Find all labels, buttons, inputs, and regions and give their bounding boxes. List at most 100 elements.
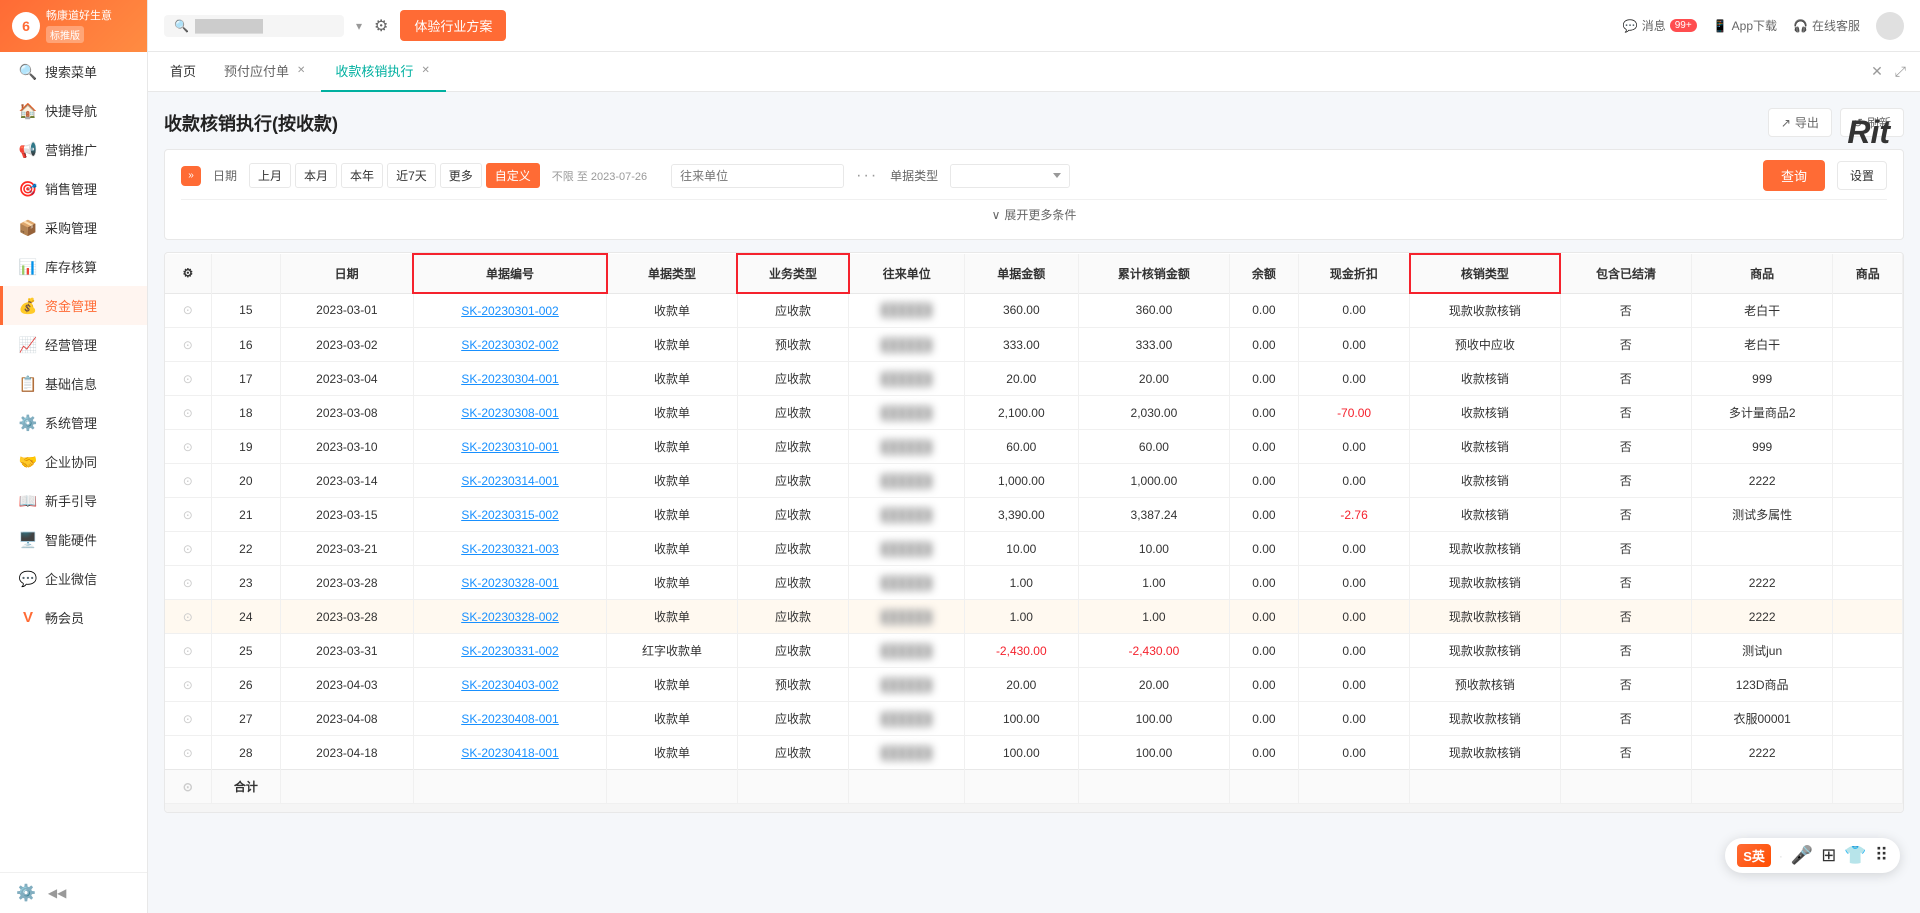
sidebar-item-wechat[interactable]: 💬 企业微信: [0, 559, 147, 598]
solution-button[interactable]: 体验行业方案: [400, 10, 506, 41]
row-settings-icon[interactable]: ⊙: [183, 338, 193, 352]
expand-more-button[interactable]: ∨ 展开更多条件: [181, 199, 1887, 229]
bill-no-link[interactable]: SK-20230314-001: [461, 474, 558, 488]
sidebar-item-finance[interactable]: 💰 资金管理: [0, 286, 147, 325]
filter-this-year[interactable]: 本年: [341, 163, 383, 188]
table-cell[interactable]: SK-20230314-001: [413, 464, 607, 498]
query-button[interactable]: 查询: [1763, 160, 1825, 191]
bill-no-link[interactable]: SK-20230403-002: [461, 678, 558, 692]
sidebar-item-marketing[interactable]: 📢 营销推广: [0, 130, 147, 169]
sidebar-item-guide[interactable]: 📖 新手引导: [0, 481, 147, 520]
table-cell[interactable]: SK-20230408-001: [413, 702, 607, 736]
bill-no-link[interactable]: SK-20230418-001: [461, 746, 558, 760]
settings-gear-icon[interactable]: ⚙: [374, 16, 388, 36]
bill-no-link[interactable]: SK-20230304-001: [461, 372, 558, 386]
tab-collection-close[interactable]: ✕: [419, 63, 431, 78]
app-download-area[interactable]: 📱 App下载: [1713, 17, 1777, 34]
sidebar-item-sales[interactable]: 🎯 销售管理: [0, 169, 147, 208]
collapse-icon[interactable]: ◀◀: [48, 886, 66, 900]
row-settings-icon[interactable]: ⊙: [183, 712, 193, 726]
table-cell[interactable]: SK-20230301-002: [413, 293, 607, 328]
bill-no-link[interactable]: SK-20230302-002: [461, 338, 558, 352]
export-button[interactable]: ↗ 导出: [1768, 108, 1832, 137]
row-settings-icon[interactable]: ⊙: [183, 474, 193, 488]
row-settings-icon[interactable]: ⊙: [183, 372, 193, 386]
bill-no-link[interactable]: SK-20230321-003: [461, 542, 558, 556]
filter-last-month[interactable]: 上月: [249, 163, 291, 188]
row-settings-icon[interactable]: ⊙: [183, 406, 193, 420]
row-settings-icon[interactable]: ⊙: [183, 678, 193, 692]
sidebar-item-hardware[interactable]: 🖥️ 智能硬件: [0, 520, 147, 559]
tab-prepay-close[interactable]: ✕: [295, 63, 307, 78]
dropdown-arrow[interactable]: ▾: [356, 19, 362, 33]
row-settings-icon[interactable]: ⊙: [183, 610, 193, 624]
table-cell: -2,430.00: [964, 634, 1079, 668]
table-cell[interactable]: SK-20230302-002: [413, 328, 607, 362]
sidebar-item-purchase[interactable]: 📦 采购管理: [0, 208, 147, 247]
filter-this-month[interactable]: 本月: [295, 163, 337, 188]
filter-bill-type-select[interactable]: [950, 164, 1070, 188]
table-cell[interactable]: SK-20230308-001: [413, 396, 607, 430]
table-cell[interactable]: SK-20230310-001: [413, 430, 607, 464]
setting-button[interactable]: 设置: [1837, 161, 1887, 190]
table-cell[interactable]: SK-20230315-002: [413, 498, 607, 532]
row-settings-icon[interactable]: ⊙: [183, 508, 193, 522]
tab-prepay[interactable]: 预付应付单 ✕: [210, 52, 321, 92]
topbar-search[interactable]: 🔍 ████████: [164, 15, 344, 37]
keyboard-grid-icon[interactable]: ⊞: [1821, 845, 1836, 866]
online-support-area[interactable]: 🎧 在线客服: [1793, 17, 1860, 34]
filter-partner-input[interactable]: [671, 164, 844, 188]
row-settings-icon[interactable]: ⊙: [183, 576, 193, 590]
filter-date-range: 不限 至 2023-07-26: [552, 168, 647, 184]
bill-no-link[interactable]: SK-20230301-002: [461, 304, 558, 318]
app-name: 畅康道好生意: [46, 9, 112, 23]
settings-icon[interactable]: ⚙️: [16, 883, 36, 903]
filter-custom[interactable]: 自定义: [486, 163, 540, 188]
sidebar-item-enterprise[interactable]: 🤝 企业协同: [0, 442, 147, 481]
horizontal-scrollbar[interactable]: [165, 804, 1903, 812]
filter-last-7days[interactable]: 近7天: [387, 163, 436, 188]
bill-no-link[interactable]: SK-20230315-002: [461, 508, 558, 522]
sidebar-item-inventory[interactable]: 📊 库存核算: [0, 247, 147, 286]
row-settings-icon[interactable]: ⊙: [183, 440, 193, 454]
bill-no-link[interactable]: SK-20230308-001: [461, 406, 558, 420]
filter-more[interactable]: 更多: [440, 163, 482, 188]
row-settings-icon[interactable]: ⊙: [183, 746, 193, 760]
user-avatar[interactable]: [1876, 12, 1904, 40]
table-cell[interactable]: SK-20230304-001: [413, 362, 607, 396]
shirt-icon[interactable]: 👕: [1844, 845, 1866, 866]
row-settings-icon[interactable]: ⊙: [183, 644, 193, 658]
table-cell[interactable]: SK-20230328-001: [413, 566, 607, 600]
microphone-icon[interactable]: 🎤: [1791, 845, 1813, 866]
window-close-icon[interactable]: ✕: [1865, 63, 1889, 80]
sidebar-item-member[interactable]: V 畅会员: [0, 598, 147, 637]
tab-collection[interactable]: 收款核销执行 ✕: [321, 52, 445, 92]
table-cell[interactable]: SK-20230418-001: [413, 736, 607, 770]
floating-logo-icon[interactable]: S英: [1737, 844, 1771, 867]
col-gear[interactable]: ⚙: [165, 254, 211, 293]
bill-no-link[interactable]: SK-20230328-001: [461, 576, 558, 590]
col-product2: 商品: [1833, 254, 1903, 293]
sidebar-item-basic[interactable]: 📋 基础信息: [0, 364, 147, 403]
sidebar-item-quicknav[interactable]: 🏠 快捷导航: [0, 91, 147, 130]
apps-grid-icon[interactable]: ⠿: [1875, 845, 1888, 866]
bill-no-link[interactable]: SK-20230328-002: [461, 610, 558, 624]
table-cell[interactable]: SK-20230328-002: [413, 600, 607, 634]
bill-no-link[interactable]: SK-20230408-001: [461, 712, 558, 726]
filter-toggle-button[interactable]: »: [181, 166, 201, 186]
table-cell[interactable]: SK-20230331-002: [413, 634, 607, 668]
sidebar-item-search[interactable]: 🔍 搜索菜单: [0, 52, 147, 91]
row-settings-icon[interactable]: ⊙: [183, 780, 193, 794]
row-settings-icon[interactable]: ⊙: [183, 303, 193, 317]
bill-no-link[interactable]: SK-20230310-001: [461, 440, 558, 454]
table-cell: [1079, 770, 1230, 804]
sidebar-item-operations[interactable]: 📈 经营管理: [0, 325, 147, 364]
table-cell[interactable]: SK-20230403-002: [413, 668, 607, 702]
sidebar-item-system[interactable]: ⚙️ 系统管理: [0, 403, 147, 442]
notification-area[interactable]: 💬 消息 99+: [1623, 17, 1697, 34]
row-settings-icon[interactable]: ⊙: [183, 542, 193, 556]
table-cell[interactable]: SK-20230321-003: [413, 532, 607, 566]
bill-no-link[interactable]: SK-20230331-002: [461, 644, 558, 658]
tab-home[interactable]: 首页: [156, 52, 210, 92]
window-maximize-icon[interactable]: ⤢: [1889, 63, 1912, 80]
